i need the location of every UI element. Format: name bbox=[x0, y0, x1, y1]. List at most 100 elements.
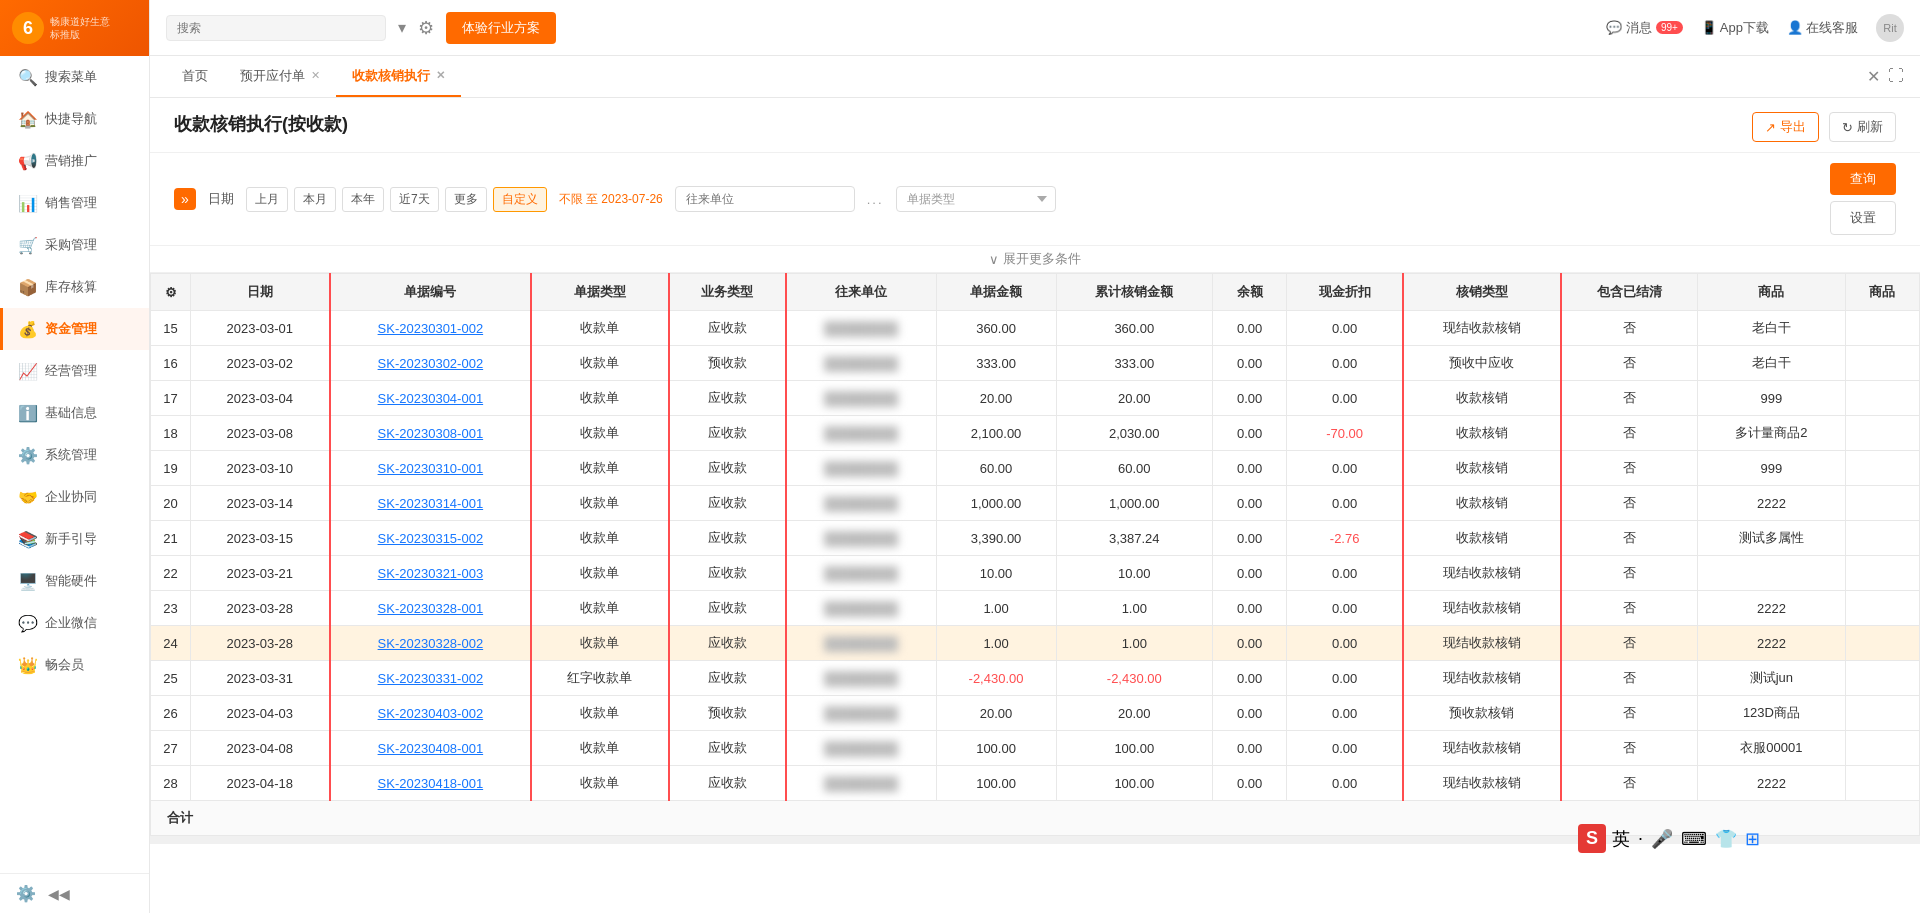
user-avatar[interactable]: Rit bbox=[1876, 14, 1904, 42]
cell-amount: 100.00 bbox=[936, 731, 1056, 766]
sidebar-item-beginner[interactable]: 📚新手引导 bbox=[0, 518, 149, 560]
doc-no-link[interactable]: SK-20230418-001 bbox=[378, 776, 484, 791]
table-row[interactable]: 18 2023-03-08 SK-20230308-001 收款单 应收款 ██… bbox=[151, 416, 1920, 451]
doc-no-link[interactable]: SK-20230331-002 bbox=[378, 671, 484, 686]
table-row[interactable]: 24 2023-03-28 SK-20230328-002 收款单 应收款 ██… bbox=[151, 626, 1920, 661]
sidebar-item-search-menu[interactable]: 🔍搜索菜单 bbox=[0, 56, 149, 98]
sidebar-item-sales[interactable]: 📊销售管理 bbox=[0, 182, 149, 224]
online-service-link[interactable]: 👤 在线客服 bbox=[1787, 19, 1858, 37]
cell-biz-type: 应收款 bbox=[669, 626, 786, 661]
watermark-icon-4[interactable]: ⌨ bbox=[1681, 828, 1707, 850]
date-btn-custom[interactable]: 自定义 bbox=[493, 187, 547, 212]
sidebar-item-basic-info[interactable]: ℹ️基础信息 bbox=[0, 392, 149, 434]
cell-date: 2023-03-04 bbox=[191, 381, 330, 416]
cell-doc-no: SK-20230321-003 bbox=[330, 556, 532, 591]
export-button[interactable]: ↗ 导出 bbox=[1752, 112, 1819, 142]
sidebar-item-quick-nav[interactable]: 🏠快捷导航 bbox=[0, 98, 149, 140]
expand-more-button[interactable]: ∨ 展开更多条件 bbox=[989, 250, 1081, 268]
cell-settled: 否 bbox=[1561, 416, 1698, 451]
doc-no-link[interactable]: SK-20230308-001 bbox=[378, 426, 484, 441]
settings-icon[interactable]: ⚙️ bbox=[16, 884, 36, 903]
doc-no-link[interactable]: SK-20230304-001 bbox=[378, 391, 484, 406]
tab-pre-invoice[interactable]: 预开应付单 ✕ bbox=[224, 57, 336, 97]
query-button[interactable]: 查询 bbox=[1830, 163, 1896, 195]
sidebar-label-finance: 资金管理 bbox=[45, 320, 97, 338]
date-btn-this-month[interactable]: 本月 bbox=[294, 187, 336, 212]
doc-no-link[interactable]: SK-20230315-002 bbox=[378, 531, 484, 546]
sidebar-item-operations[interactable]: 📈经营管理 bbox=[0, 350, 149, 392]
dropdown-icon[interactable]: ▾ bbox=[398, 18, 406, 37]
doc-no-link[interactable]: SK-20230310-001 bbox=[378, 461, 484, 476]
doc-no-link[interactable]: SK-20230302-002 bbox=[378, 356, 484, 371]
watermark-icon-1[interactable]: 英 bbox=[1612, 827, 1630, 851]
date-btn-this-year[interactable]: 本年 bbox=[342, 187, 384, 212]
table-row[interactable]: 21 2023-03-15 SK-20230315-002 收款单 应收款 ██… bbox=[151, 521, 1920, 556]
sidebar-item-smart-hw[interactable]: 🖥️智能硬件 bbox=[0, 560, 149, 602]
tab-close-pre-invoice[interactable]: ✕ bbox=[311, 69, 320, 82]
table-row[interactable]: 27 2023-04-08 SK-20230408-001 收款单 应收款 ██… bbox=[151, 731, 1920, 766]
date-btn-last-month[interactable]: 上月 bbox=[246, 187, 288, 212]
doc-no-link[interactable]: SK-20230314-001 bbox=[378, 496, 484, 511]
col-settings[interactable]: ⚙ bbox=[151, 274, 191, 311]
vip-icon: 👑 bbox=[19, 656, 37, 674]
close-tab-icon[interactable]: ✕ bbox=[1867, 67, 1880, 86]
watermark-icon-5[interactable]: 👕 bbox=[1715, 828, 1737, 850]
cell-doc-type: 收款单 bbox=[531, 346, 669, 381]
refresh-button[interactable]: ↻ 刷新 bbox=[1829, 112, 1896, 142]
cell-product2 bbox=[1845, 626, 1919, 661]
watermark-icon-3[interactable]: 🎤 bbox=[1651, 828, 1673, 850]
cell-product1: 多计量商品2 bbox=[1698, 416, 1845, 451]
cell-accum: 100.00 bbox=[1056, 731, 1212, 766]
table-row[interactable]: 26 2023-04-03 SK-20230403-002 收款单 预收款 ██… bbox=[151, 696, 1920, 731]
filter-toggle-button[interactable]: » bbox=[174, 188, 196, 210]
doc-no-link[interactable]: SK-20230328-002 bbox=[378, 636, 484, 651]
app-download-link[interactable]: 📱 App下载 bbox=[1701, 19, 1769, 37]
table-row[interactable]: 15 2023-03-01 SK-20230301-002 收款单 应收款 ██… bbox=[151, 311, 1920, 346]
sidebar-item-corp-wechat[interactable]: 💬企业微信 bbox=[0, 602, 149, 644]
date-btn-more[interactable]: 更多 bbox=[445, 187, 487, 212]
sidebar-item-corp-collab[interactable]: 🤝企业协同 bbox=[0, 476, 149, 518]
watermark-icon-2[interactable]: · bbox=[1638, 828, 1643, 849]
partner-input[interactable] bbox=[675, 186, 855, 212]
date-btn-7days[interactable]: 近7天 bbox=[390, 187, 439, 212]
sidebar-item-finance[interactable]: 💰资金管理 bbox=[0, 308, 149, 350]
table-row[interactable]: 19 2023-03-10 SK-20230310-001 收款单 应收款 ██… bbox=[151, 451, 1920, 486]
cell-verify-type: 收款核销 bbox=[1403, 521, 1561, 556]
table-row[interactable]: 16 2023-03-02 SK-20230302-002 收款单 预收款 ██… bbox=[151, 346, 1920, 381]
table-row[interactable]: 23 2023-03-28 SK-20230328-001 收款单 应收款 ██… bbox=[151, 591, 1920, 626]
table-row[interactable]: 20 2023-03-14 SK-20230314-001 收款单 应收款 ██… bbox=[151, 486, 1920, 521]
table-row[interactable]: 17 2023-03-04 SK-20230304-001 收款单 应收款 ██… bbox=[151, 381, 1920, 416]
voucher-type-select[interactable]: 单据类型 bbox=[896, 186, 1056, 212]
settings-icon[interactable]: ⚙ bbox=[165, 285, 177, 300]
sidebar-item-purchase[interactable]: 🛒采购管理 bbox=[0, 224, 149, 266]
tab-close-verify[interactable]: ✕ bbox=[436, 69, 445, 82]
search-input[interactable] bbox=[166, 15, 386, 41]
sidebar-item-marketing[interactable]: 📢营销推广 bbox=[0, 140, 149, 182]
message-button[interactable]: 💬 消息 99+ bbox=[1606, 19, 1683, 37]
tab-verify[interactable]: 收款核销执行 ✕ bbox=[336, 57, 461, 97]
tab-home[interactable]: 首页 bbox=[166, 57, 224, 97]
cell-date: 2023-03-21 bbox=[191, 556, 330, 591]
doc-no-link[interactable]: SK-20230301-002 bbox=[378, 321, 484, 336]
sidebar-item-inventory[interactable]: 📦库存核算 bbox=[0, 266, 149, 308]
doc-no-link[interactable]: SK-20230408-001 bbox=[378, 741, 484, 756]
sidebar-item-system[interactable]: ⚙️系统管理 bbox=[0, 434, 149, 476]
topbar: ▾ ⚙ 体验行业方案 💬 消息 99+ 📱 App下载 👤 在线客服 Rit bbox=[150, 0, 1920, 56]
cell-amount: 10.00 bbox=[936, 556, 1056, 591]
gear-icon[interactable]: ⚙ bbox=[418, 17, 434, 39]
doc-no-link[interactable]: SK-20230321-003 bbox=[378, 566, 484, 581]
watermark-icon-6[interactable]: ⊞ bbox=[1745, 828, 1760, 850]
solution-button[interactable]: 体验行业方案 bbox=[446, 12, 556, 44]
filter-settings-button[interactable]: 设置 bbox=[1830, 201, 1896, 235]
collapse-icon[interactable]: ◀◀ bbox=[48, 886, 70, 902]
sidebar-item-vip[interactable]: 👑畅会员 bbox=[0, 644, 149, 686]
doc-no-link[interactable]: SK-20230403-002 bbox=[378, 706, 484, 721]
table-row[interactable]: 28 2023-04-18 SK-20230418-001 收款单 应收款 ██… bbox=[151, 766, 1920, 801]
cell-doc-type: 收款单 bbox=[531, 416, 669, 451]
doc-no-link[interactable]: SK-20230328-001 bbox=[378, 601, 484, 616]
maximize-icon[interactable]: ⛶ bbox=[1888, 67, 1904, 86]
cell-balance: 0.00 bbox=[1213, 381, 1287, 416]
table-row[interactable]: 25 2023-03-31 SK-20230331-002 红字收款单 应收款 … bbox=[151, 661, 1920, 696]
cell-accum: 3,387.24 bbox=[1056, 521, 1212, 556]
table-row[interactable]: 22 2023-03-21 SK-20230321-003 收款单 应收款 ██… bbox=[151, 556, 1920, 591]
